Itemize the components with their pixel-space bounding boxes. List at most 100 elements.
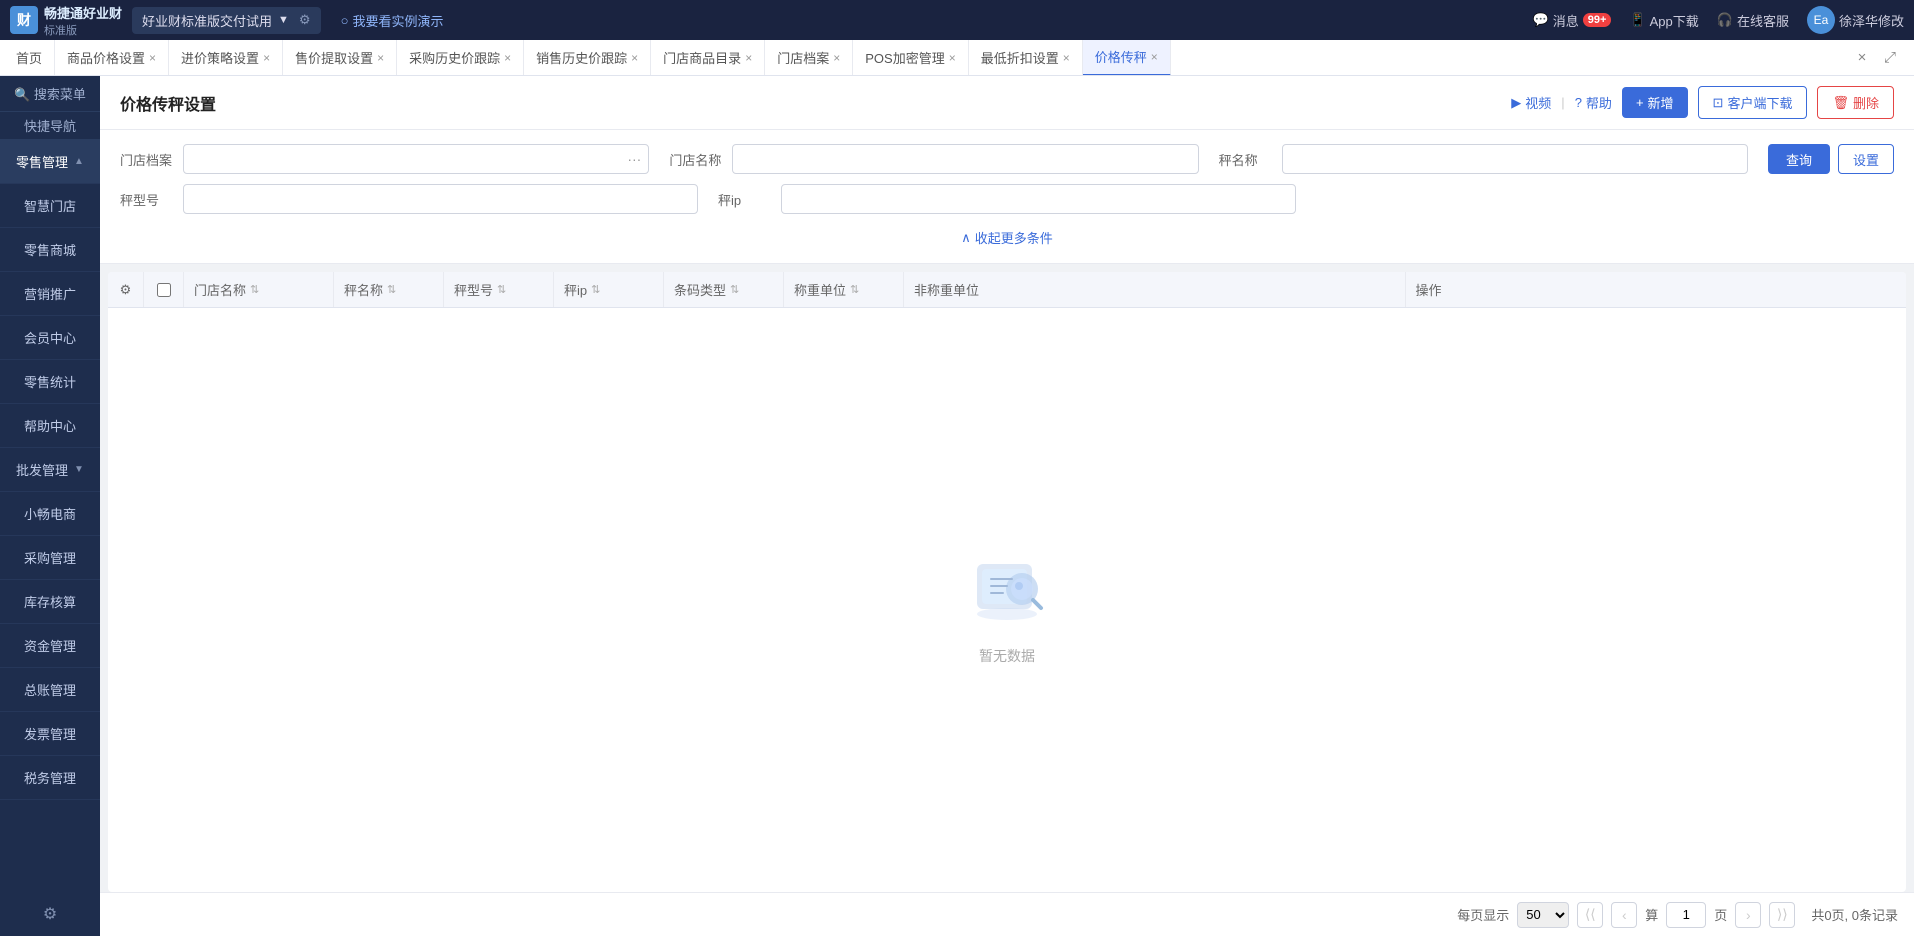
tab-close-icon[interactable]: × bbox=[149, 52, 156, 64]
col-barcode-type: 条码类型 bbox=[674, 280, 726, 299]
sidebar-item-smart-store[interactable]: 智慧门店 bbox=[0, 184, 100, 228]
tab-close-icon[interactable]: × bbox=[1063, 52, 1070, 64]
tab-close-icon[interactable]: × bbox=[949, 52, 956, 64]
video-link[interactable]: ▶ 视频 bbox=[1511, 93, 1551, 112]
tab-close-icon[interactable]: × bbox=[631, 52, 638, 64]
ellipsis-icon[interactable]: ··· bbox=[627, 151, 641, 167]
th-non-weight-unit: 非称重单位 bbox=[904, 272, 1406, 307]
th-store-name[interactable]: 门店名称 ⇅ bbox=[184, 272, 334, 307]
sidebar-item-tax[interactable]: 税务管理 bbox=[0, 756, 100, 800]
sidebar-item-help[interactable]: 帮助中心 bbox=[0, 404, 100, 448]
th-settings[interactable]: ⚙ bbox=[108, 272, 144, 307]
select-all-checkbox[interactable] bbox=[157, 283, 171, 297]
prev-page-button[interactable]: ‹ bbox=[1611, 902, 1637, 928]
empty-illustration bbox=[957, 534, 1057, 634]
sidebar-item-purchase[interactable]: 采购管理 bbox=[0, 536, 100, 580]
tab-price-scale[interactable]: 价格传秤 × bbox=[1083, 40, 1171, 76]
table-header: ⚙ 门店名称 ⇅ 秤名称 ⇅ 秤型号 ⇅ 秤ip bbox=[108, 272, 1906, 308]
sort-icon: ⇅ bbox=[730, 283, 739, 296]
collapse-button[interactable]: ∧ 收起更多条件 bbox=[120, 224, 1894, 255]
maximize-tab-button[interactable]: ⤢ bbox=[1878, 46, 1902, 70]
close-tab-button[interactable]: × bbox=[1850, 46, 1874, 70]
header-actions: ▶ 视频 | ? 帮助 + 新增 ⊡ 客户端下载 🗑 删除 bbox=[1511, 86, 1894, 119]
add-button[interactable]: + 新增 bbox=[1622, 87, 1688, 118]
help-link[interactable]: ? 帮助 bbox=[1575, 93, 1612, 112]
col-non-weight-unit: 非称重单位 bbox=[914, 280, 979, 299]
sidebar-item-retail[interactable]: 零售管理 ▲ bbox=[0, 140, 100, 184]
tab-close-icon[interactable]: × bbox=[1151, 51, 1158, 63]
tab-store-catalog[interactable]: 门店商品目录 × bbox=[651, 40, 765, 76]
tab-sale-extract[interactable]: 售价提取设置 × bbox=[283, 40, 397, 76]
gear-icon: ⚙ bbox=[43, 906, 57, 923]
th-scale-name[interactable]: 秤名称 ⇅ bbox=[334, 272, 444, 307]
filter-scale-name-label: 秤名称 bbox=[1219, 150, 1274, 169]
sidebar-item-ecommerce[interactable]: 小畅电商 bbox=[0, 492, 100, 536]
sidebar-item-invoice[interactable]: 发票管理 bbox=[0, 712, 100, 756]
scale-name-input[interactable] bbox=[1282, 144, 1748, 174]
tab-goods-price[interactable]: 商品价格设置 × bbox=[55, 40, 169, 76]
sidebar-item-member[interactable]: 会员中心 bbox=[0, 316, 100, 360]
store-file-input-wrapper: ··· bbox=[183, 144, 649, 174]
col-scale-ip: 秤ip bbox=[564, 280, 587, 299]
tab-close-icon[interactable]: × bbox=[833, 52, 840, 64]
demo-link[interactable]: ○ 我要看实例演示 bbox=[341, 11, 444, 30]
sidebar-item-label: 零售管理 bbox=[16, 152, 68, 171]
version-selector[interactable]: 好业财标准版交付试用 ▼ ⚙ bbox=[132, 7, 321, 34]
tab-purchase-history[interactable]: 采购历史价跟踪 × bbox=[397, 40, 524, 76]
sidebar-item-retail-stats[interactable]: 零售统计 bbox=[0, 360, 100, 404]
page-size-label: 每页显示 bbox=[1457, 905, 1509, 924]
th-weight-unit[interactable]: 称重单位 ⇅ bbox=[784, 272, 904, 307]
app-download-item[interactable]: 📱 App下载 bbox=[1629, 11, 1698, 30]
first-page-button[interactable]: ⟨⟨ bbox=[1577, 902, 1603, 928]
message-item[interactable]: 💬 消息 99+ bbox=[1533, 11, 1612, 30]
question-icon: ? bbox=[1575, 95, 1582, 110]
logo-icon: 财 bbox=[10, 6, 38, 34]
last-page-button[interactable]: ⟩⟩ bbox=[1769, 902, 1795, 928]
sidebar-item-ledger[interactable]: 总账管理 bbox=[0, 668, 100, 712]
page-size-select[interactable]: 20 50 100 bbox=[1517, 902, 1569, 928]
add-icon: + bbox=[1636, 95, 1644, 110]
online-service-item[interactable]: 🎧 在线客服 bbox=[1717, 11, 1789, 30]
tab-min-discount[interactable]: 最低折扣设置 × bbox=[969, 40, 1083, 76]
sidebar-item-marketing[interactable]: 营销推广 bbox=[0, 272, 100, 316]
store-file-input[interactable] bbox=[183, 144, 649, 174]
settings-button[interactable]: 设置 bbox=[1838, 144, 1894, 174]
scale-ip-input[interactable] bbox=[781, 184, 1296, 214]
query-button[interactable]: 查询 bbox=[1768, 144, 1830, 174]
tab-store-file[interactable]: 门店档案 × bbox=[765, 40, 853, 76]
sidebar-item-retail-mall[interactable]: 零售商城 bbox=[0, 228, 100, 272]
sidebar-item-label: 资金管理 bbox=[24, 636, 76, 655]
tab-close-icon[interactable]: × bbox=[377, 52, 384, 64]
tab-purchase-strategy[interactable]: 进价策略设置 × bbox=[169, 40, 283, 76]
th-scale-model[interactable]: 秤型号 ⇅ bbox=[444, 272, 554, 307]
delete-button[interactable]: 🗑 删除 bbox=[1817, 86, 1894, 119]
store-name-input[interactable] bbox=[732, 144, 1198, 174]
sidebar-search[interactable]: 🔍 搜索菜单 bbox=[0, 76, 100, 112]
trash-icon: 🗑 bbox=[1832, 95, 1849, 111]
tab-close-icon[interactable]: × bbox=[504, 52, 511, 64]
tab-sales-history[interactable]: 销售历史价跟踪 × bbox=[524, 40, 651, 76]
sidebar-item-wholesale[interactable]: 批发管理 ▼ bbox=[0, 448, 100, 492]
download-client-button[interactable]: ⊡ 客户端下载 bbox=[1698, 86, 1808, 119]
next-page-button[interactable]: › bbox=[1735, 902, 1761, 928]
add-label: 新增 bbox=[1648, 93, 1674, 112]
tab-pos-encrypt[interactable]: POS加密管理 × bbox=[853, 40, 968, 76]
tab-close-icon[interactable]: × bbox=[263, 52, 270, 64]
sidebar-item-finance[interactable]: 资金管理 bbox=[0, 624, 100, 668]
th-scale-ip[interactable]: 秤ip ⇅ bbox=[554, 272, 664, 307]
th-checkbox[interactable] bbox=[144, 272, 184, 307]
settings-icon[interactable]: ⚙ bbox=[299, 12, 311, 28]
filter-scale-name: 秤名称 bbox=[1219, 144, 1748, 174]
circle-icon: ○ bbox=[341, 13, 349, 28]
scale-model-input[interactable] bbox=[183, 184, 698, 214]
divider: | bbox=[1561, 95, 1564, 110]
page-input[interactable] bbox=[1666, 902, 1706, 928]
sidebar-settings-button[interactable]: ⚙ bbox=[0, 892, 100, 936]
user-item[interactable]: Ea 徐泽华修改 bbox=[1807, 6, 1904, 34]
sidebar-item-label: 会员中心 bbox=[24, 328, 76, 347]
tab-close-icon[interactable]: × bbox=[745, 52, 752, 64]
tab-home[interactable]: 首页 bbox=[4, 40, 55, 76]
sidebar-quick-nav[interactable]: 快捷导航 bbox=[0, 112, 100, 140]
sidebar-item-inventory[interactable]: 库存核算 bbox=[0, 580, 100, 624]
th-barcode-type[interactable]: 条码类型 ⇅ bbox=[664, 272, 784, 307]
